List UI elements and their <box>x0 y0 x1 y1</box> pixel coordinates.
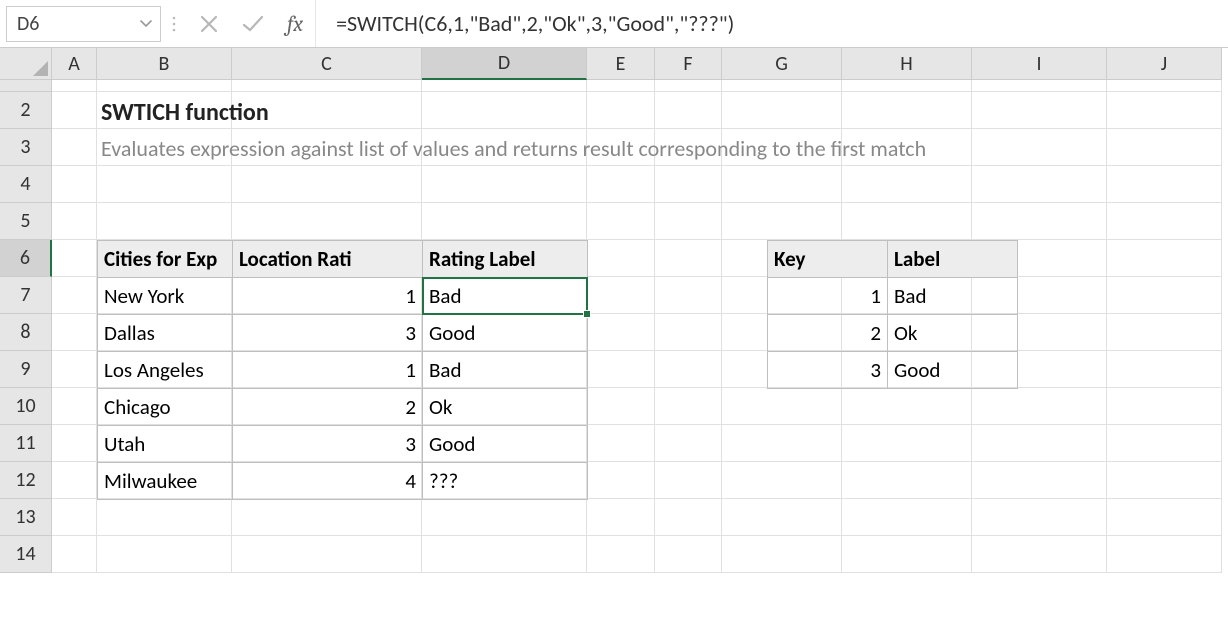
row-header-11[interactable]: 11 <box>0 425 52 462</box>
table-row: Los Angeles1Bad <box>98 352 588 389</box>
col-header-J[interactable]: J <box>1107 48 1222 80</box>
table-row: Utah3Good <box>98 426 588 463</box>
cell-reference: D6 <box>17 12 39 36</box>
cell-label[interactable]: Good <box>423 426 588 463</box>
cell-city[interactable]: Dallas <box>98 315 233 352</box>
col-header-E[interactable]: E <box>587 48 655 80</box>
col-rating[interactable]: Location Rati <box>233 241 423 278</box>
row-header-3[interactable]: 3 <box>0 129 52 166</box>
table-row: Milwaukee4??? <box>98 463 588 500</box>
col-cities[interactable]: Cities for Exp <box>98 241 233 278</box>
row-header-8[interactable]: 8 <box>0 314 52 351</box>
row-header-10[interactable]: 10 <box>0 388 52 425</box>
cell-key[interactable]: 2 <box>768 315 888 352</box>
cell-city[interactable]: Chicago <box>98 389 233 426</box>
cell-label[interactable]: Ok <box>423 389 588 426</box>
name-box-dropdown-icon[interactable] <box>140 20 152 28</box>
x-icon <box>200 15 218 33</box>
table-row: New York1Bad <box>98 278 588 315</box>
cell-key[interactable]: 1 <box>768 278 888 315</box>
col-header-A[interactable]: A <box>52 48 97 80</box>
formula-bar: D6 fx =SWITCH(C6,1,"Bad",2,"Ok",3,"Good"… <box>0 0 1228 48</box>
page-subtitle: Evaluates expression against list of val… <box>101 135 926 162</box>
cell-key-label[interactable]: Bad <box>888 278 1018 315</box>
table-row: 3Good <box>768 352 1018 389</box>
row-header-4[interactable]: 4 <box>0 166 52 203</box>
check-icon <box>242 15 264 33</box>
key-table: Key Label 1Bad2Ok3Good <box>767 240 1018 389</box>
row-header-12[interactable]: 12 <box>0 462 52 499</box>
row-header-5[interactable]: 5 <box>0 203 52 240</box>
cell-rating[interactable]: 4 <box>233 463 423 500</box>
row-header-13[interactable]: 13 <box>0 499 52 536</box>
column-headers: ABCDEFGHIJ <box>52 48 1222 80</box>
col-header-H[interactable]: H <box>842 48 972 80</box>
cells-surface[interactable]: SWTICH function Evaluates expression aga… <box>52 80 1228 573</box>
formula-bar-divider <box>169 5 179 43</box>
col-label[interactable]: Rating Label <box>423 241 588 278</box>
cell-label[interactable]: Good <box>423 315 588 352</box>
cell-rating[interactable]: 3 <box>233 426 423 463</box>
fx-label[interactable]: fx <box>275 11 315 37</box>
table-row: Dallas3Good <box>98 315 588 352</box>
table-row: 2Ok <box>768 315 1018 352</box>
cell-city[interactable]: Utah <box>98 426 233 463</box>
col-header-D[interactable]: D <box>422 48 587 80</box>
row-header-7[interactable]: 7 <box>0 277 52 314</box>
row-header-6[interactable]: 6 <box>0 240 52 277</box>
fill-handle[interactable] <box>583 310 591 318</box>
table-row: 1Bad <box>768 278 1018 315</box>
col-header-B[interactable]: B <box>97 48 232 80</box>
row-headers: 234567891011121314 <box>0 80 52 573</box>
col-header-G[interactable]: G <box>722 48 842 80</box>
table-header-row: Key Label <box>768 241 1018 278</box>
cell-label[interactable]: Bad <box>423 352 588 389</box>
enter-button[interactable] <box>231 3 275 45</box>
cell-label[interactable]: ??? <box>423 463 588 500</box>
select-all-corner[interactable] <box>0 48 52 80</box>
col-header-I[interactable]: I <box>972 48 1107 80</box>
col-key[interactable]: Key <box>768 241 888 278</box>
cancel-button[interactable] <box>187 3 231 45</box>
col-header-F[interactable]: F <box>655 48 722 80</box>
cell-city[interactable]: New York <box>98 278 233 315</box>
main-table: Cities for Exp Location Rati Rating Labe… <box>97 240 588 500</box>
cell-key-label[interactable]: Ok <box>888 315 1018 352</box>
cell-key-label[interactable]: Good <box>888 352 1018 389</box>
col-header-C[interactable]: C <box>232 48 422 80</box>
page-title: SWTICH function <box>101 98 269 127</box>
cell-key[interactable]: 3 <box>768 352 888 389</box>
formula-input[interactable]: =SWITCH(C6,1,"Bad",2,"Ok",3,"Good","???"… <box>315 0 1228 47</box>
cell-rating[interactable]: 2 <box>233 389 423 426</box>
cell-city[interactable]: Los Angeles <box>98 352 233 389</box>
cell-rating[interactable]: 3 <box>233 315 423 352</box>
row-header-2[interactable]: 2 <box>0 92 52 129</box>
cell-label[interactable]: Bad <box>423 278 588 315</box>
row-header-9[interactable]: 9 <box>0 351 52 388</box>
formula-text: =SWITCH(C6,1,"Bad",2,"Ok",3,"Good","???"… <box>336 10 734 37</box>
name-box[interactable]: D6 <box>6 6 161 42</box>
row-header-1[interactable] <box>0 80 52 92</box>
table-row: Chicago2Ok <box>98 389 588 426</box>
cell-city[interactable]: Milwaukee <box>98 463 233 500</box>
cell-rating[interactable]: 1 <box>233 352 423 389</box>
row-header-14[interactable]: 14 <box>0 536 52 573</box>
col-key-label[interactable]: Label <box>888 241 1018 278</box>
cell-rating[interactable]: 1 <box>233 278 423 315</box>
table-header-row: Cities for Exp Location Rati Rating Labe… <box>98 241 588 278</box>
